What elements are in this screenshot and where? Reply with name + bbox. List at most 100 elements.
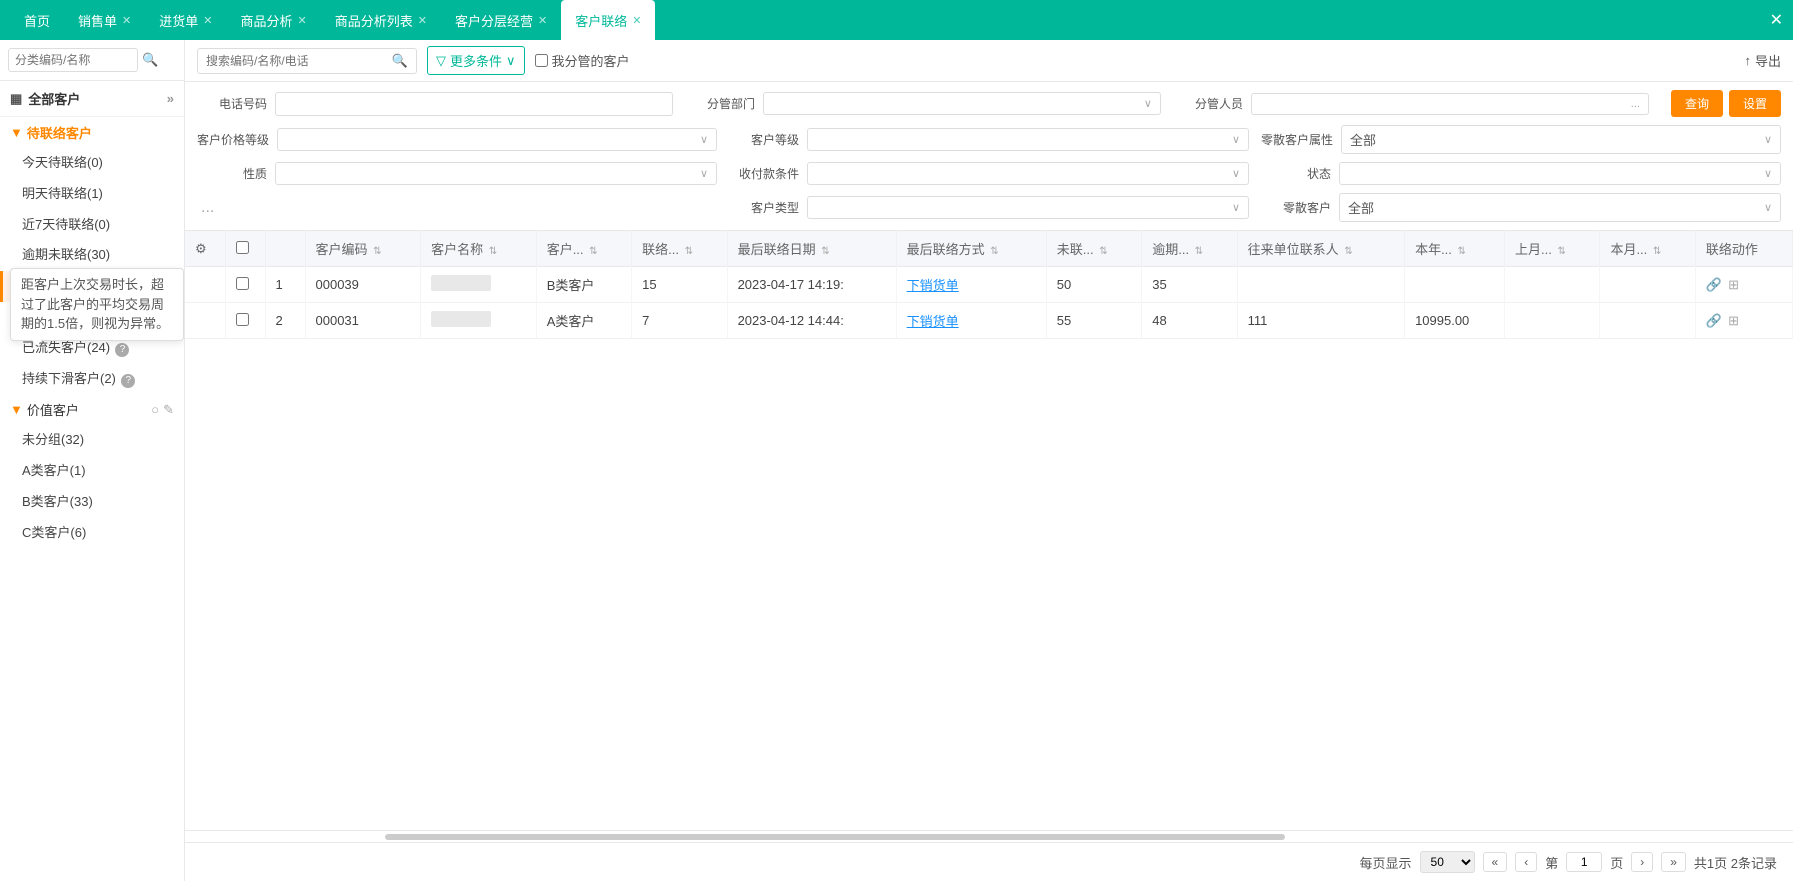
phone-input[interactable]	[275, 92, 673, 116]
sort-name-icon[interactable]: ⇅	[489, 246, 497, 257]
nature-select[interactable]: ∨	[275, 162, 717, 185]
settings-button[interactable]: 设置	[1729, 90, 1781, 117]
collapse-arrow-icon[interactable]: »	[167, 91, 174, 106]
sidebar-item-c-class[interactable]: C类客户(6)	[0, 518, 184, 549]
nav-purchase[interactable]: 进货单 ✕	[145, 0, 226, 40]
first-page-button[interactable]: «	[1483, 852, 1508, 872]
query-button[interactable]: 查询	[1671, 90, 1723, 117]
payment-select[interactable]: ∨	[807, 162, 1249, 185]
cell-last-method-1[interactable]: 下销货单	[896, 267, 1046, 303]
grid-action-icon-2[interactable]: ⊞	[1728, 313, 1739, 329]
retail-customer-caret: ∨	[1764, 201, 1772, 214]
cell-check-2[interactable]	[225, 303, 265, 339]
pending-contact-group[interactable]: ▼ 待联络客户	[0, 117, 184, 148]
prev-page-button[interactable]: ‹	[1515, 852, 1537, 872]
sort-last-method-icon[interactable]: ⇅	[990, 246, 998, 257]
my-customers-checkbox[interactable]	[535, 54, 548, 67]
all-customers-header[interactable]: ▦ 全部客户 »	[0, 81, 184, 117]
nav-customer-segmentation[interactable]: 客户分层经营 ✕	[441, 0, 561, 40]
cell-check-1[interactable]	[225, 267, 265, 303]
sort-unit-contacts-icon[interactable]: ⇅	[1344, 246, 1352, 257]
col-contacts: 联络... ⇅	[632, 231, 727, 267]
select-all-checkbox[interactable]	[236, 241, 249, 254]
sidebar-item-a-class[interactable]: A类客户(1)	[0, 456, 184, 487]
nav-sales[interactable]: 销售单 ✕	[64, 0, 145, 40]
page-number-input[interactable]	[1566, 852, 1602, 872]
page-size-select[interactable]: 50 100 200	[1420, 851, 1475, 873]
close-sales-tab[interactable]: ✕	[122, 14, 131, 27]
customer-search-input[interactable]	[206, 54, 386, 68]
dept-select[interactable]: ∨	[763, 92, 1161, 115]
nav-customer-contact[interactable]: 客户联络 ✕	[561, 0, 655, 40]
nature-caret: ∨	[700, 167, 708, 180]
status-select[interactable]: ∨	[1339, 162, 1781, 185]
edit-pencil-icon[interactable]: ✎	[163, 402, 174, 418]
sidebar-item-today[interactable]: 今天待联络(0)	[0, 148, 184, 179]
sidebar-search-icon[interactable]: 🔍	[142, 52, 158, 68]
sidebar-item-unclassified[interactable]: 未分组(32)	[0, 425, 184, 456]
next-page-button[interactable]: ›	[1631, 852, 1653, 872]
col-this-month: 本月... ⇅	[1600, 231, 1695, 267]
info-icon-already-lost[interactable]: ?	[115, 343, 129, 357]
edit-circle-icon[interactable]: ○	[151, 402, 159, 418]
price-grade-select[interactable]: ∨	[277, 128, 717, 151]
scroll-thumb[interactable]	[385, 834, 1285, 840]
search-magnifier-icon[interactable]: 🔍	[392, 53, 408, 69]
nav-product-analysis[interactable]: 商品分析 ✕	[226, 0, 320, 40]
customer-grade-select[interactable]: ∨	[807, 128, 1249, 151]
info-icon-declining[interactable]: ?	[121, 374, 135, 388]
retail-attr-select[interactable]: 全部 ∨	[1341, 125, 1781, 154]
more-dots-button[interactable]: ...	[197, 199, 218, 217]
cell-overdue-2: 48	[1142, 303, 1237, 339]
horizontal-scrollbar[interactable]	[185, 830, 1793, 842]
sort-grade-icon[interactable]: ⇅	[589, 246, 597, 257]
retail-customer-select[interactable]: 全部 ∨	[1339, 193, 1781, 222]
sort-overdue-icon[interactable]: ⇅	[1195, 246, 1203, 257]
export-button[interactable]: ↑ 导出	[1744, 51, 1781, 70]
sort-contacts-icon[interactable]: ⇅	[685, 246, 693, 257]
my-customers-checkbox-wrapper[interactable]: 我分管的客户	[535, 51, 630, 70]
close-customer-segmentation-tab[interactable]: ✕	[538, 14, 547, 27]
link-icon-1[interactable]: 🔗	[1706, 277, 1722, 293]
nav-product-analysis-list[interactable]: 商品分析列表 ✕	[321, 0, 441, 40]
sort-code-icon[interactable]: ⇅	[373, 246, 381, 257]
sort-pending-icon[interactable]: ⇅	[1099, 246, 1107, 257]
main-layout: 🔍 ▦ 全部客户 » ▼ 待联络客户 今天待联络(0) 明天待联络(1) 近7天…	[0, 40, 1793, 881]
last-page-button[interactable]: »	[1661, 852, 1686, 872]
category-search-input[interactable]	[8, 48, 138, 72]
arrow-down-icon: ▼	[10, 125, 23, 140]
close-product-analysis-tab[interactable]: ✕	[298, 14, 307, 27]
sidebar-item-b-class[interactable]: B类客户(33)	[0, 487, 184, 518]
cell-name-2	[421, 303, 537, 339]
search-input-wrapper: 🔍	[197, 48, 417, 74]
customer-type-select[interactable]: ∨	[807, 196, 1249, 219]
sidebar-item-overdue[interactable]: 逾期未联络(30)	[0, 240, 184, 271]
col-settings[interactable]: ⚙	[185, 231, 225, 267]
row2-checkbox[interactable]	[236, 313, 249, 326]
sidebar-item-declining[interactable]: 持续下滑客户(2) ?	[0, 364, 184, 395]
customer-type-caret: ∨	[1232, 201, 1240, 214]
action-icons-1: 🔗 ⊞	[1706, 277, 1782, 293]
sidebar-item-7days[interactable]: 近7天待联络(0)	[0, 210, 184, 241]
grid-action-icon-1[interactable]: ⊞	[1728, 277, 1739, 293]
cell-last-method-2[interactable]: 下销货单	[896, 303, 1046, 339]
close-product-analysis-list-tab[interactable]: ✕	[418, 14, 427, 27]
nav-home[interactable]: 首页	[10, 0, 64, 40]
sort-last-month-icon[interactable]: ⇅	[1557, 246, 1565, 257]
value-customers-group[interactable]: ▼ 价值客户 ○ ✎	[0, 394, 184, 425]
window-close-button[interactable]: ✕	[1770, 10, 1783, 30]
sort-last-date-icon[interactable]: ⇅	[821, 246, 829, 257]
col-overdue: 逾期... ⇅	[1142, 231, 1237, 267]
close-purchase-tab[interactable]: ✕	[203, 14, 212, 27]
link-icon-2[interactable]: 🔗	[1706, 313, 1722, 329]
sidebar-item-tomorrow[interactable]: 明天待联络(1)	[0, 179, 184, 210]
data-table-container: ⚙ 客户编码 ⇅ 客户名称 ⇅ 客户... ⇅ 联络... ⇅ 最后联络日期 ⇅…	[185, 231, 1793, 830]
col-checkbox-all[interactable]	[225, 231, 265, 267]
cell-settings-2	[185, 303, 225, 339]
row1-checkbox[interactable]	[236, 277, 249, 290]
close-customer-contact-tab[interactable]: ✕	[632, 14, 641, 27]
person-select[interactable]: ...	[1251, 93, 1649, 115]
sort-this-month-icon[interactable]: ⇅	[1653, 246, 1661, 257]
sort-this-year-icon[interactable]: ⇅	[1458, 246, 1466, 257]
more-filters-button[interactable]: ▽ 更多条件 ∨	[427, 46, 525, 75]
